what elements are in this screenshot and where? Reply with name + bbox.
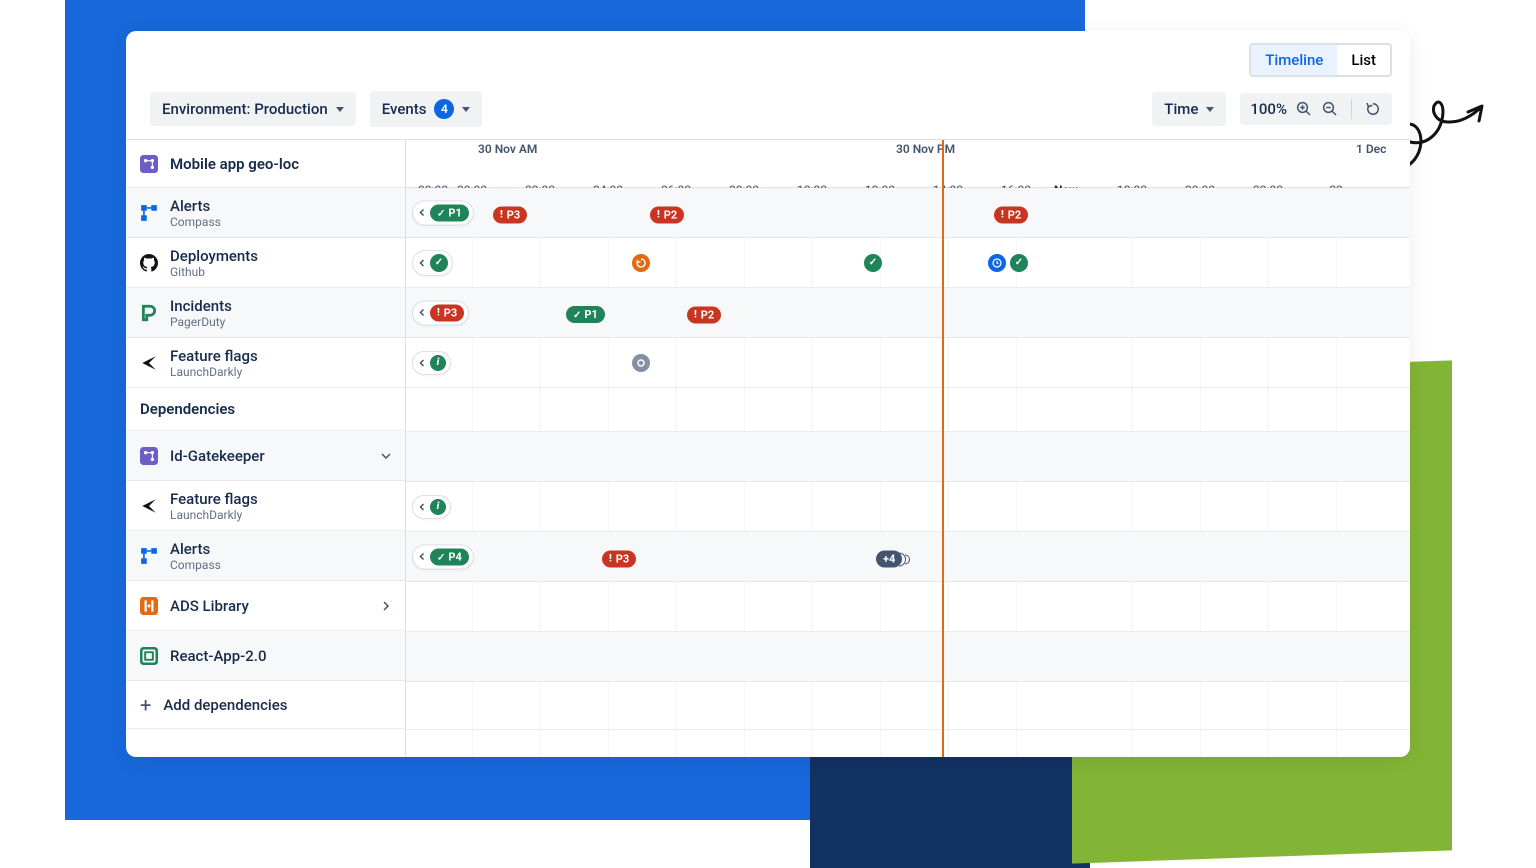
component-header[interactable]: Mobile app geo-loc	[126, 140, 405, 188]
sidebar-row-featureflags[interactable]: Feature flagsLaunchDarkly	[126, 338, 405, 388]
sidebar: Mobile app geo-loc AlertsCompass Deploym…	[126, 140, 406, 757]
view-toggle: Timeline List	[1249, 43, 1392, 77]
component-name: Mobile app geo-loc	[170, 155, 299, 173]
reset-zoom-button[interactable]	[1364, 100, 1382, 118]
timeline: 30 Nov AM 30 Nov PM 1 Dec 00:0000:0002:0…	[406, 140, 1410, 757]
event-dep-flag[interactable]	[412, 495, 451, 519]
timeline-row-incidents: P3 P1 P2	[406, 288, 1410, 338]
timeline-row-dep-header	[406, 388, 1410, 432]
event-deploy-success[interactable]	[412, 250, 453, 276]
activity-card: Timeline List Environment: Production Ev…	[126, 31, 1410, 757]
chevron-left-icon[interactable]	[416, 207, 428, 219]
github-icon	[140, 254, 158, 272]
sidebar-row-deployments[interactable]: DeploymentsGithub	[126, 238, 405, 288]
zoom-in-icon[interactable]	[1295, 100, 1313, 118]
time-filter[interactable]: Time	[1152, 92, 1226, 126]
chevron-down-icon	[381, 451, 391, 461]
event-deploy-group[interactable]	[988, 254, 1028, 272]
timeline-row-id-gatekeeper	[406, 432, 1410, 482]
timeline-header: 30 Nov AM 30 Nov PM 1 Dec 00:0000:0002:0…	[406, 140, 1410, 188]
library-icon	[140, 597, 158, 615]
compass-icon	[140, 547, 158, 565]
sidebar-row-dep-alerts[interactable]: AlertsCompass	[126, 531, 405, 581]
timeline-row-featureflags	[406, 338, 1410, 388]
timeline-row-add-deps	[406, 682, 1410, 730]
event-deploy-success-2[interactable]	[864, 254, 882, 272]
date-next: 1 Dec	[1356, 142, 1386, 156]
list-view-button[interactable]: List	[1337, 45, 1390, 75]
event-flag-on[interactable]	[412, 351, 451, 375]
sidebar-row-react-app[interactable]: React-App-2.0	[126, 631, 405, 681]
event-dep-p3-alert[interactable]: P3	[602, 546, 636, 567]
sidebar-row-ads-library[interactable]: ADS Library	[126, 581, 405, 631]
component-icon	[140, 155, 158, 173]
chevron-down-icon	[462, 107, 470, 112]
sidebar-row-dep-featureflags[interactable]: Feature flagsLaunchDarkly	[126, 481, 405, 531]
add-dependencies-button[interactable]: + Add dependencies	[126, 681, 405, 729]
timeline-row-dep-featureflags	[406, 482, 1410, 532]
zoom-level: 100%	[1250, 100, 1287, 118]
environment-filter[interactable]: Environment: Production	[150, 92, 356, 126]
timeline-row-ads-library	[406, 582, 1410, 632]
event-p1-alert[interactable]: P1	[412, 200, 474, 225]
event-flag-off[interactable]	[632, 354, 650, 372]
chevron-left-icon[interactable]	[416, 357, 428, 369]
sidebar-row-id-gatekeeper[interactable]: Id-Gatekeeper	[126, 431, 405, 481]
chevron-down-icon	[1206, 107, 1214, 112]
zoom-control: 100%	[1240, 93, 1392, 125]
event-p2-incident[interactable]: P2	[687, 302, 721, 323]
app-icon	[140, 647, 158, 665]
timeline-row-alerts: P1 P3 P2 P2	[406, 188, 1410, 238]
chevron-left-icon[interactable]	[416, 551, 428, 563]
events-filter[interactable]: Events 4	[370, 91, 483, 127]
now-line	[942, 140, 944, 757]
event-p2-alert-2[interactable]: P2	[994, 202, 1028, 223]
chevron-left-icon[interactable]	[416, 257, 428, 269]
timeline-row-dep-alerts: P4 P3 +4	[406, 532, 1410, 582]
time-label: Time	[1164, 100, 1198, 118]
chevron-left-icon[interactable]	[416, 307, 428, 319]
zoom-out-icon[interactable]	[1321, 100, 1339, 118]
launchdarkly-icon	[140, 497, 158, 515]
chevron-left-icon[interactable]	[416, 501, 428, 513]
component-icon	[140, 447, 158, 465]
timeline-row-react-app	[406, 632, 1410, 682]
pagerduty-icon	[140, 304, 158, 322]
timeline-view-button[interactable]: Timeline	[1251, 45, 1337, 75]
event-p2-alert[interactable]: P2	[650, 202, 684, 223]
date-am: 30 Nov AM	[478, 142, 537, 156]
event-p3-incident[interactable]: P3	[412, 300, 469, 325]
timeline-row-deployments	[406, 238, 1410, 288]
date-pm: 30 Nov PM	[896, 142, 955, 156]
dependencies-header: Dependencies	[126, 388, 405, 431]
sidebar-row-alerts[interactable]: AlertsCompass	[126, 188, 405, 238]
environment-label: Environment: Production	[162, 100, 328, 118]
chevron-right-icon	[381, 601, 391, 611]
event-p4-alert[interactable]: P4	[412, 544, 474, 569]
events-count-badge: 4	[434, 99, 454, 119]
event-p1-incident[interactable]: P1	[566, 303, 605, 323]
plus-icon: +	[140, 693, 151, 717]
event-dep-count[interactable]: +4	[876, 547, 902, 566]
event-rollback[interactable]	[632, 254, 650, 272]
events-label: Events	[382, 100, 427, 118]
sidebar-row-incidents[interactable]: IncidentsPagerDuty	[126, 288, 405, 338]
event-p3-alert[interactable]: P3	[493, 202, 527, 223]
compass-icon	[140, 204, 158, 222]
chevron-down-icon	[336, 107, 344, 112]
launchdarkly-icon	[140, 354, 158, 372]
